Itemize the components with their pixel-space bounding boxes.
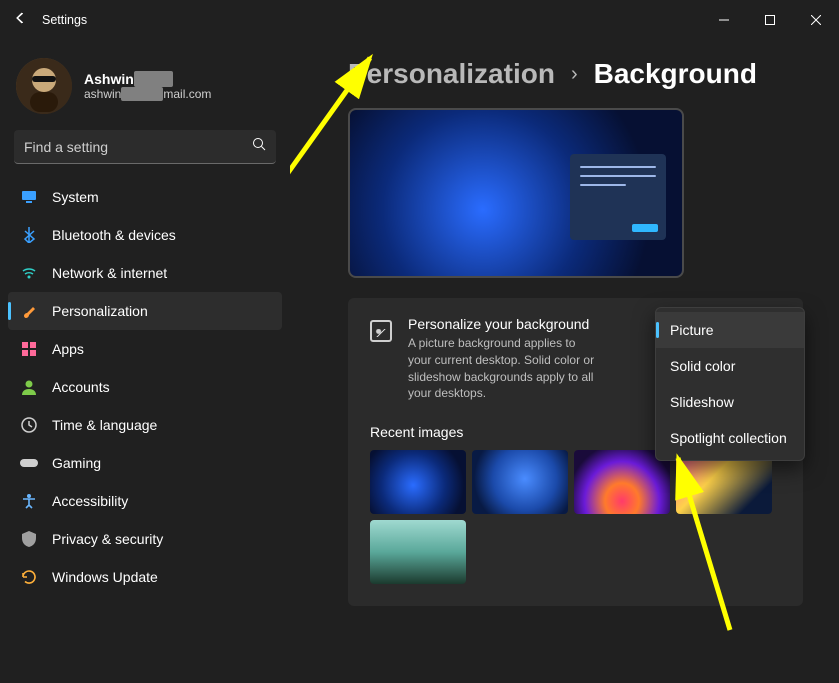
- game-icon: [20, 454, 38, 472]
- maximize-button[interactable]: [747, 0, 793, 40]
- sidebar-item-label: Bluetooth & devices: [52, 227, 176, 243]
- recent-image-thumb[interactable]: [574, 450, 670, 514]
- nav: System Bluetooth & devices Network & inter…: [8, 178, 282, 596]
- user-name: Ashwinxxxxx: [84, 71, 211, 87]
- search-box[interactable]: [14, 130, 276, 164]
- search-icon: [252, 137, 266, 156]
- dropdown-option-slideshow[interactable]: Slideshow: [656, 384, 804, 420]
- update-icon: [20, 568, 38, 586]
- sidebar-item-system[interactable]: System: [8, 178, 282, 216]
- panel-description: A picture background applies to your cur…: [408, 335, 598, 402]
- wifi-icon: [20, 264, 38, 282]
- picture-frame-icon: [370, 320, 392, 342]
- sidebar-item-network-internet[interactable]: Network & internet: [8, 254, 282, 292]
- back-icon[interactable]: [12, 10, 28, 31]
- title-bar: Settings: [0, 0, 839, 40]
- sidebar-item-personalization[interactable]: Personalization: [8, 292, 282, 330]
- bluetooth-icon: [20, 226, 38, 244]
- recent-image-thumb[interactable]: [370, 450, 466, 514]
- dropdown-option-spotlight-collection[interactable]: Spotlight collection: [656, 420, 804, 456]
- sidebar-item-accessibility[interactable]: Accessibility: [8, 482, 282, 520]
- sidebar-item-label: Privacy & security: [52, 531, 163, 547]
- search-input[interactable]: [24, 139, 252, 155]
- sidebar-item-label: Gaming: [52, 455, 101, 471]
- clock-icon: [20, 416, 38, 434]
- sidebar-item-windows-update[interactable]: Windows Update: [8, 558, 282, 596]
- chevron-right-icon: ›: [571, 63, 578, 86]
- person-icon: [20, 378, 38, 396]
- breadcrumb: Personalization › Background: [348, 58, 815, 90]
- shield-icon: [20, 530, 38, 548]
- sidebar-item-bluetooth-devices[interactable]: Bluetooth & devices: [8, 216, 282, 254]
- sidebar-item-label: Accounts: [52, 379, 110, 395]
- app-title: Settings: [42, 13, 87, 27]
- breadcrumb-parent[interactable]: Personalization: [348, 58, 555, 90]
- sidebar-item-label: Network & internet: [52, 265, 167, 281]
- recent-image-thumb[interactable]: [370, 520, 466, 584]
- window-controls: [701, 0, 839, 40]
- dropdown-option-solid-color[interactable]: Solid color: [656, 348, 804, 384]
- preview-window-mock: [570, 154, 666, 240]
- sidebar-item-label: System: [52, 189, 99, 205]
- background-type-dropdown[interactable]: PictureSolid colorSlideshowSpotlight col…: [655, 307, 805, 461]
- background-panel: Personalize your background A picture ba…: [348, 298, 803, 606]
- minimize-button[interactable]: [701, 0, 747, 40]
- sidebar-item-label: Personalization: [52, 303, 148, 319]
- sidebar-item-accounts[interactable]: Accounts: [8, 368, 282, 406]
- panel-title: Personalize your background: [408, 316, 598, 332]
- sidebar-item-label: Time & language: [52, 417, 157, 433]
- monitor-icon: [20, 188, 38, 206]
- desktop-preview: [348, 108, 684, 278]
- sidebar-item-time-language[interactable]: Time & language: [8, 406, 282, 444]
- brush-icon: [20, 302, 38, 320]
- recent-images-grid: [370, 450, 781, 584]
- sidebar: Ashwinxxxxx ashwinxxxxxxxmail.com System…: [0, 40, 290, 683]
- sidebar-item-privacy-security[interactable]: Privacy & security: [8, 520, 282, 558]
- dropdown-option-picture[interactable]: Picture: [656, 312, 804, 348]
- main-content: Personalization › Background Personalize…: [290, 40, 839, 683]
- sidebar-item-label: Windows Update: [52, 569, 158, 585]
- sidebar-item-label: Apps: [52, 341, 84, 357]
- sidebar-item-apps[interactable]: Apps: [8, 330, 282, 368]
- user-email: ashwinxxxxxxxmail.com: [84, 87, 211, 101]
- recent-image-thumb[interactable]: [472, 450, 568, 514]
- sidebar-item-label: Accessibility: [52, 493, 128, 509]
- user-block[interactable]: Ashwinxxxxx ashwinxxxxxxxmail.com: [8, 52, 282, 130]
- apps-icon: [20, 340, 38, 358]
- avatar: [16, 58, 72, 114]
- breadcrumb-current: Background: [594, 58, 757, 90]
- access-icon: [20, 492, 38, 510]
- close-button[interactable]: [793, 0, 839, 40]
- sidebar-item-gaming[interactable]: Gaming: [8, 444, 282, 482]
